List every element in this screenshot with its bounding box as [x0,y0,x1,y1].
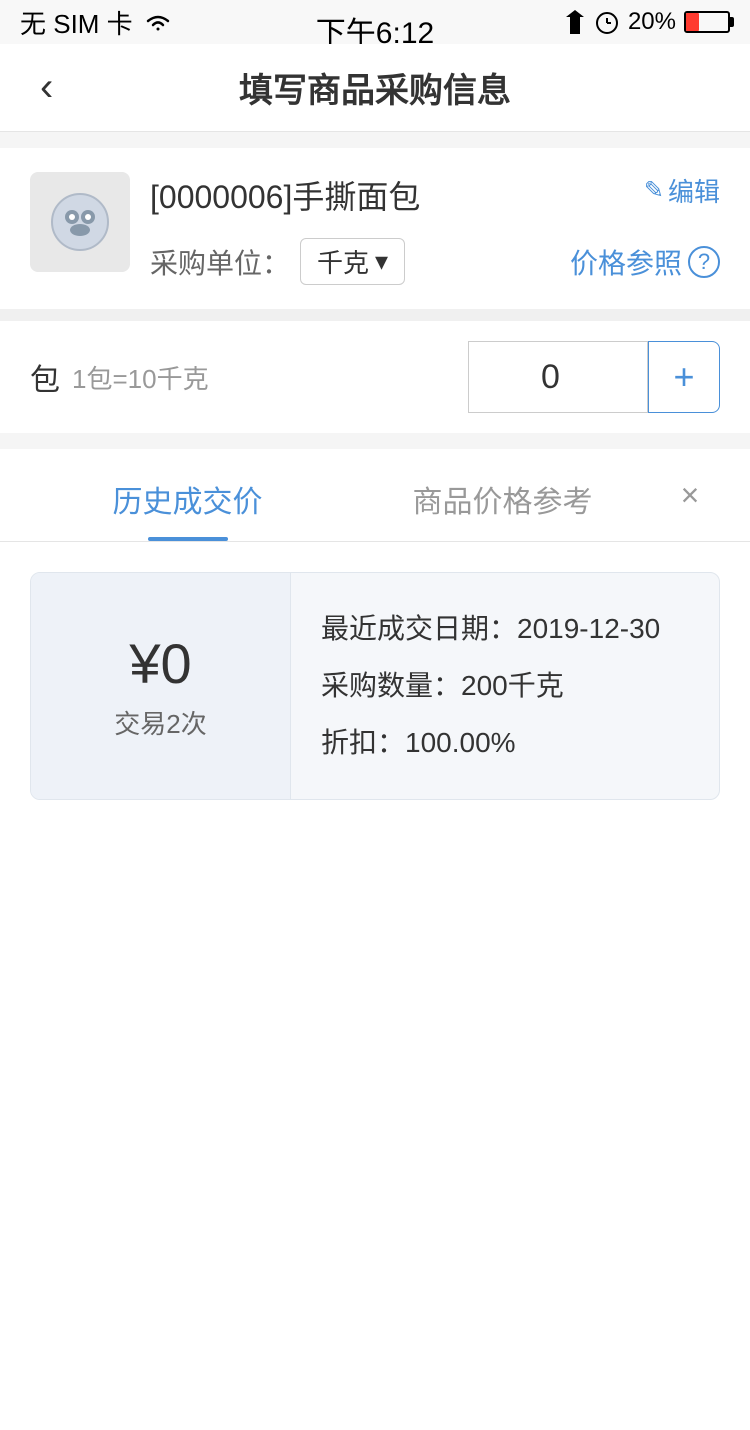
purchase-row: 采购单位： 千克 ▾ 价格参照 ? [150,238,720,285]
history-price-section: ¥0 交易2次 [31,573,291,799]
battery-percent: 20% [628,8,676,36]
unit-label: 包 [30,355,60,399]
quantity-label: 包 1包=10千克 [30,355,209,399]
alarm-icon [594,9,620,35]
product-card: [0000006]手撕面包 ✎ 编辑 采购单位： 千克 ▾ 价格参照 ? [0,148,750,309]
product-header: [0000006]手撕面包 ✎ 编辑 [150,172,720,218]
trade-count: 交易2次 [114,704,206,741]
status-left: 无 SIM 卡 [20,4,173,41]
history-price: ¥0 [129,631,191,696]
battery-icon [684,11,730,33]
quantity-controls: + [468,341,720,413]
purchase-qty-value: 200千克 [461,670,564,701]
dropdown-icon: ▾ [375,246,388,277]
product-info: [0000006]手撕面包 ✎ 编辑 采购单位： 千克 ▾ 价格参照 ? [150,172,720,285]
tabs-container: 历史成交价 商品价格参考 × [0,449,750,542]
product-image [30,172,130,272]
product-logo-icon [50,192,110,252]
unit-select[interactable]: 千克 ▾ [300,238,405,285]
price-reference-button[interactable]: 价格参照 ? [570,242,720,282]
purchase-unit-label: 采购单位： [150,242,290,282]
discount-label: 折扣： [321,727,405,758]
tab-history-price[interactable]: 历史成交价 [30,449,345,541]
tabs-row: 历史成交价 商品价格参考 × [0,449,750,541]
wifi-icon [143,11,173,33]
price-value: 0 [161,632,192,695]
history-content: ¥0 交易2次 最近成交日期：2019-12-30 采购数量：200千克 折扣：… [0,542,750,830]
currency-symbol: ¥ [129,632,160,695]
quantity-plus-button[interactable]: + [648,341,720,413]
quantity-input[interactable] [468,341,648,413]
purchase-qty-row: 采购数量：200千克 [321,666,689,705]
latest-date-value: 2019-12-30 [517,613,660,644]
edit-button[interactable]: ✎ 编辑 [644,172,720,209]
tab-active-indicator [148,537,228,541]
discount-value: 100.00% [405,727,516,758]
product-name: [0000006]手撕面包 [150,172,420,218]
latest-date-label: 最近成交日期： [321,613,517,644]
unit-description: 1包=10千克 [72,359,209,396]
location-icon [564,9,586,35]
tab-history-price-label: 历史成交价 [113,486,263,519]
history-details-section: 最近成交日期：2019-12-30 采购数量：200千克 折扣：100.00% [291,573,719,799]
tab-price-reference-label: 商品价格参考 [413,486,593,519]
price-ref-question-icon: ? [688,246,720,278]
unit-value: 千克 [317,243,369,280]
status-right: 20% [564,8,730,36]
bottom-area [0,830,750,1430]
latest-date-row: 最近成交日期：2019-12-30 [321,609,689,648]
history-card: ¥0 交易2次 最近成交日期：2019-12-30 采购数量：200千克 折扣：… [30,572,720,800]
status-bar: 无 SIM 卡 下午6:12 20% [0,0,750,44]
edit-label: 编辑 [668,172,720,209]
tab-price-reference[interactable]: 商品价格参考 [345,449,660,541]
discount-row: 折扣：100.00% [321,723,689,762]
edit-icon: ✎ [644,176,664,205]
purchase-qty-label: 采购数量： [321,670,461,701]
section-divider [0,309,750,321]
back-button[interactable]: ‹ [30,55,63,120]
nav-bar: ‹ 填写商品采购信息 [0,44,750,132]
quantity-row: 包 1包=10千克 + [0,321,750,433]
price-ref-label: 价格参照 [570,242,682,282]
page-title: 填写商品采购信息 [239,63,511,112]
tab-close-button[interactable]: × [660,465,720,525]
network-text: 无 SIM 卡 [20,4,133,41]
purchase-unit: 采购单位： 千克 ▾ [150,238,405,285]
